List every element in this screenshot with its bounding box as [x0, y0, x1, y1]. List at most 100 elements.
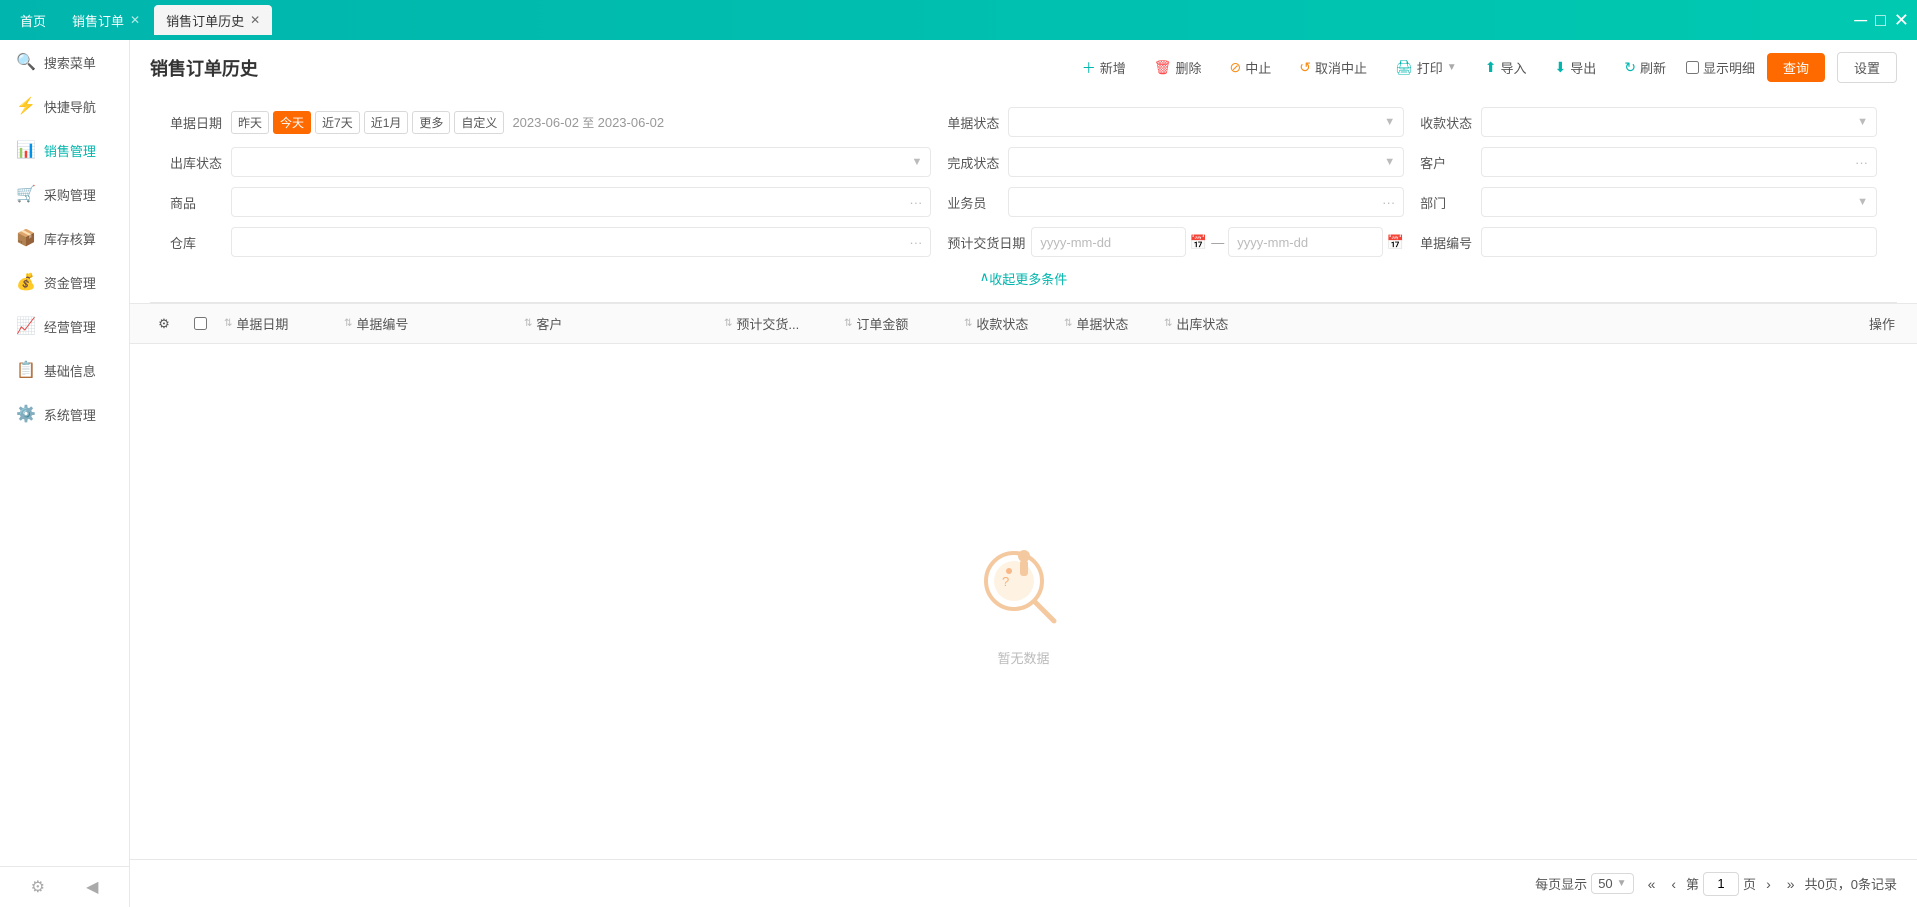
print-button[interactable]: 🖨 打印 ▼: [1387, 54, 1465, 81]
sidebar-item-system-label: 系统管理: [44, 405, 96, 424]
first-page-button[interactable]: «: [1642, 874, 1662, 894]
maximize-icon[interactable]: □: [1875, 10, 1886, 31]
sidebar-item-search-menu[interactable]: 🔍 搜索菜单: [0, 40, 129, 84]
sidebar-item-sales-mgmt[interactable]: 📊 销售管理: [0, 128, 129, 172]
show-detail-checkbox[interactable]: [1686, 61, 1699, 74]
sort-icon-2[interactable]: ⇅: [344, 318, 352, 329]
delete-button[interactable]: 🗑 删除: [1146, 54, 1210, 81]
expected-date-to[interactable]: yyyy-mm-dd: [1228, 227, 1382, 257]
product-label: 商品: [170, 193, 225, 212]
topbar: 首页 销售订单 ✕ 销售订单历史 ✕ ─ □ ✕: [0, 0, 1917, 40]
per-page-chevron-icon: ▼: [1617, 878, 1627, 889]
prev-page-button[interactable]: ‹: [1665, 874, 1682, 894]
sort-icon-8[interactable]: ⇅: [1164, 318, 1172, 329]
print-icon: 🖨: [1395, 59, 1413, 76]
sidebar-item-operation[interactable]: 📈 经营管理: [0, 304, 129, 348]
sidebar-item-finance[interactable]: 💰 资金管理: [0, 260, 129, 304]
close-sales-order-tab-icon[interactable]: ✕: [130, 13, 140, 27]
sort-icon-7[interactable]: ⇅: [1064, 318, 1072, 329]
dept-select[interactable]: ▼: [1481, 187, 1877, 217]
cal-to-icon[interactable]: 📅: [1387, 234, 1404, 251]
yesterday-btn[interactable]: 昨天: [231, 111, 269, 134]
th-recv-status: ⇅ 收款状态: [958, 314, 1058, 333]
close-history-tab-icon[interactable]: ✕: [250, 13, 260, 27]
last7days-btn[interactable]: 近7天: [315, 111, 360, 134]
import-button[interactable]: ⬆ 导入: [1477, 54, 1535, 81]
out-status-label: 出库状态: [170, 153, 225, 172]
sort-icon-1[interactable]: ⇅: [224, 318, 232, 329]
basic-info-icon: 📋: [16, 360, 36, 380]
more-btn[interactable]: 更多: [412, 111, 450, 134]
table-header: ⚙ ⇅ 单据日期 ⇅ 单据编号 ⇅ 客户 ⇅: [130, 304, 1917, 344]
settings-button[interactable]: 设置: [1837, 52, 1897, 83]
system-icon: ⚙️: [16, 404, 36, 424]
minimize-icon[interactable]: ─: [1854, 10, 1867, 31]
collapse-row[interactable]: ∧ 收起更多条件: [170, 267, 1877, 290]
sort-icon-4[interactable]: ⇅: [724, 318, 732, 329]
customer-input[interactable]: ···: [1481, 147, 1877, 177]
expected-date-label: 预计交货日期: [947, 233, 1025, 252]
doc-status-label: 单据状态: [947, 113, 1002, 132]
doc-status-chevron-icon: ▼: [1384, 116, 1395, 128]
refresh-button[interactable]: ↻ 刷新: [1616, 54, 1674, 81]
new-icon: ＋: [1082, 58, 1096, 78]
th-amount: ⇅ 订单金额: [838, 314, 958, 333]
query-button[interactable]: 查询: [1767, 53, 1825, 82]
window-close-icon[interactable]: ✕: [1894, 10, 1909, 31]
settings-gear-icon: ⚙: [158, 316, 170, 332]
page-nav: « ‹ 第 页 › » 共0页，0条记录: [1642, 872, 1897, 896]
complete-status-select[interactable]: ▼: [1008, 147, 1404, 177]
dept-label: 部门: [1420, 193, 1475, 212]
salesperson-input[interactable]: ···: [1008, 187, 1404, 217]
filter-salesperson: 业务员 ···: [947, 187, 1404, 217]
sort-icon-6[interactable]: ⇅: [964, 318, 972, 329]
stop-icon: ⊘: [1230, 59, 1242, 76]
doc-status-select[interactable]: ▼: [1008, 107, 1404, 137]
tab-sales-order-history[interactable]: 销售订单历史 ✕: [154, 5, 272, 35]
tab-sales-order[interactable]: 销售订单 ✕: [60, 5, 152, 35]
recv-status-select[interactable]: ▼: [1481, 107, 1877, 137]
expected-date-from[interactable]: yyyy-mm-dd: [1031, 227, 1185, 257]
pagination: 每页显示 50 ▼ « ‹ 第 页 › » 共0页，0条记录: [130, 859, 1917, 907]
sidebar-collapse-icon[interactable]: ◀: [86, 877, 98, 897]
recv-status-label: 收款状态: [1420, 113, 1475, 132]
sidebar-item-basic-info[interactable]: 📋 基础信息: [0, 348, 129, 392]
out-status-select[interactable]: ▼: [231, 147, 931, 177]
collapse-label: 收起更多条件: [989, 269, 1067, 288]
last1month-btn[interactable]: 近1月: [364, 111, 409, 134]
tab-home[interactable]: 首页: [8, 5, 58, 35]
date-dash: —: [1211, 235, 1224, 250]
today-btn[interactable]: 今天: [273, 111, 311, 134]
doc-no-input[interactable]: [1481, 227, 1877, 257]
th-settings[interactable]: ⚙: [146, 316, 182, 332]
sort-icon-3[interactable]: ⇅: [524, 318, 532, 329]
custom-btn[interactable]: 自定义: [454, 111, 504, 134]
th-check[interactable]: [182, 317, 218, 330]
page-input[interactable]: [1703, 872, 1739, 896]
warehouse-input[interactable]: ···: [231, 227, 931, 257]
last-page-button[interactable]: »: [1781, 874, 1801, 894]
export-button[interactable]: ⬇ 导出: [1546, 54, 1604, 81]
sidebar-item-system[interactable]: ⚙️ 系统管理: [0, 392, 129, 436]
page-size-box[interactable]: 50 ▼: [1591, 873, 1633, 894]
filter-dept: 部门 ▼: [1420, 187, 1877, 217]
new-button[interactable]: ＋ 新增: [1074, 54, 1134, 82]
sidebar-item-purchase-mgmt[interactable]: 🛒 采购管理: [0, 172, 129, 216]
show-detail-checkbox-label[interactable]: 显示明细: [1686, 58, 1755, 77]
product-input[interactable]: ···: [231, 187, 931, 217]
complete-status-label: 完成状态: [947, 153, 1002, 172]
th-out-status: ⇅ 出库状态: [1158, 314, 1258, 333]
select-all-checkbox[interactable]: [194, 317, 207, 330]
cal-from-icon[interactable]: 📅: [1190, 234, 1207, 251]
sidebar-settings-icon[interactable]: ⚙: [31, 877, 45, 897]
stop-button[interactable]: ⊘ 中止: [1222, 54, 1280, 81]
sidebar-item-inventory[interactable]: 📦 库存核算: [0, 216, 129, 260]
filter-complete-status: 完成状态 ▼: [947, 147, 1404, 177]
next-page-button[interactable]: ›: [1760, 874, 1777, 894]
salesperson-label: 业务员: [947, 193, 1002, 212]
sort-icon-5[interactable]: ⇅: [844, 318, 852, 329]
sales-mgmt-icon: 📊: [16, 140, 36, 160]
th-doc-date: ⇅ 单据日期: [218, 314, 338, 333]
sidebar-item-quick-nav[interactable]: ⚡ 快捷导航: [0, 84, 129, 128]
cancel-stop-button[interactable]: ↺ 取消中止: [1291, 54, 1375, 81]
